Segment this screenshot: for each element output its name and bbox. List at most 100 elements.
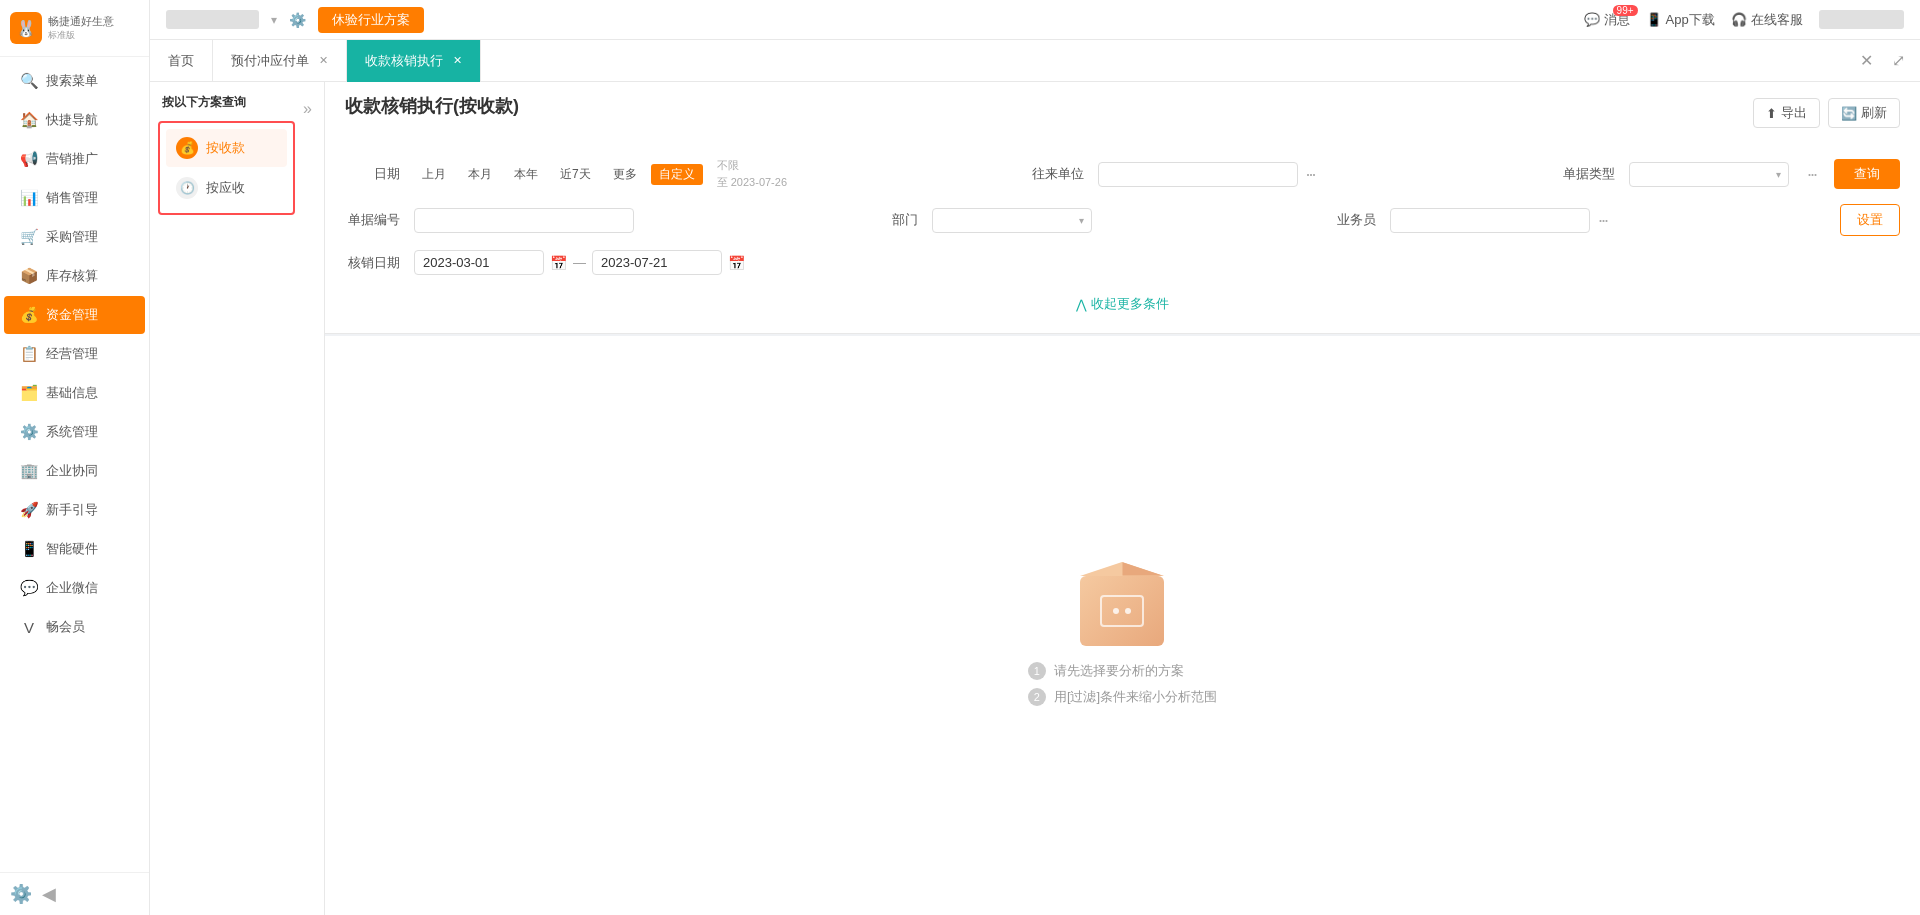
- refresh-btn[interactable]: 🔄 刷新: [1828, 98, 1900, 128]
- verify-date-from-cal-icon[interactable]: 📅: [550, 255, 567, 271]
- staff-more-btn[interactable]: ···: [1594, 210, 1611, 231]
- header-right: 💬 消息 99+ 📱 App下载 🎧 在线客服 user: [1584, 10, 1904, 29]
- empty-hint-2: 2 用[过滤]条件来缩小分析范围: [1028, 688, 1217, 706]
- left-panel-item-label-receipt: 按收款: [206, 139, 245, 157]
- left-panel-item-by-receivable[interactable]: 🕐 按应收: [166, 169, 287, 207]
- sidebar-item-marketing[interactable]: 📢 营销推广: [4, 140, 145, 178]
- empty-hint-1: 1 请先选择要分析的方案: [1028, 662, 1217, 680]
- tab-verify[interactable]: 收款核销执行 ✕: [347, 40, 481, 82]
- doc-no-input[interactable]: [414, 208, 634, 233]
- sidebar-item-management[interactable]: 📋 经营管理: [4, 335, 145, 373]
- doc-type-select[interactable]: [1629, 162, 1789, 187]
- sidebar-item-basic[interactable]: 🗂️ 基础信息: [4, 374, 145, 412]
- purchase-icon: 🛒: [20, 228, 38, 246]
- verify-date-to-cal-icon[interactable]: 📅: [728, 255, 745, 271]
- sidebar-item-wechat[interactable]: 💬 企业微信: [4, 569, 145, 607]
- sidebar-item-search[interactable]: 🔍 搜索菜单: [4, 62, 145, 100]
- query-btn[interactable]: 查询: [1834, 159, 1900, 189]
- sidebar-item-finance[interactable]: 💰 资金管理: [4, 296, 145, 334]
- wechat-icon: 💬: [20, 579, 38, 597]
- collapse-more-btn[interactable]: ⋀ 收起更多条件: [345, 289, 1900, 319]
- date-btn-custom[interactable]: 自定义: [651, 164, 703, 185]
- box-body: [1080, 576, 1164, 646]
- staff-input[interactable]: [1390, 208, 1590, 233]
- sidebar-item-inventory[interactable]: 📦 库存核算: [4, 257, 145, 295]
- date-btn-7days[interactable]: 近7天: [552, 164, 599, 185]
- empty-state: 1 请先选择要分析的方案 2 用[过滤]条件来缩小分析范围: [1028, 546, 1217, 706]
- main-area: name ▾ ⚙️ 休验行业方案 💬 消息 99+ 📱 App下载 🎧 在线客服…: [150, 0, 1920, 915]
- collapse-left-panel-btn[interactable]: »: [299, 96, 316, 122]
- member-icon: V: [20, 619, 38, 636]
- user-account[interactable]: user: [1819, 10, 1904, 29]
- sidebar-label-basic: 基础信息: [46, 384, 98, 402]
- tab-prepay-close[interactable]: ✕: [319, 54, 328, 67]
- doc-type-more-btn[interactable]: ···: [1803, 164, 1820, 185]
- home-icon: 🏠: [20, 111, 38, 129]
- eye-left: [1113, 608, 1119, 614]
- hint-num-2: 2: [1028, 688, 1046, 706]
- sidebar-label-collab: 企业协同: [46, 462, 98, 480]
- left-panel-items: 💰 按收款 🕐 按应收: [166, 129, 287, 207]
- sidebar-item-member[interactable]: V 畅会员: [4, 608, 145, 646]
- tab-home[interactable]: 首页: [150, 40, 213, 82]
- sidebar-label-wechat: 企业微信: [46, 579, 98, 597]
- counterpart-more-btn[interactable]: ···: [1302, 164, 1319, 185]
- date-label: 日期: [345, 165, 400, 183]
- export-btn[interactable]: ⬆ 导出: [1753, 98, 1820, 128]
- date-buttons: 上月 本月 本年 近7天 更多 自定义: [414, 164, 703, 185]
- sidebar-item-system[interactable]: ⚙️ 系统管理: [4, 413, 145, 451]
- sidebar-item-nav[interactable]: 🏠 快捷导航: [4, 101, 145, 139]
- sidebar-menu: 🔍 搜索菜单 🏠 快捷导航 📢 营销推广 📊 销售管理 🛒 采购管理 📦 库存核…: [0, 57, 149, 872]
- date-btn-more[interactable]: 更多: [605, 164, 645, 185]
- service-label: 在线客服: [1751, 11, 1803, 29]
- sidebar-label-system: 系统管理: [46, 423, 98, 441]
- hint-text-1: 请先选择要分析的方案: [1054, 662, 1184, 680]
- verify-date-from-input[interactable]: [414, 250, 544, 275]
- settings-btn[interactable]: 设置: [1840, 204, 1900, 236]
- box-eyes: [1113, 608, 1131, 614]
- verify-date-to-input[interactable]: [592, 250, 722, 275]
- left-panel-item-by-receipt[interactable]: 💰 按收款: [166, 129, 287, 167]
- tab-prepay[interactable]: 预付冲应付单 ✕: [213, 40, 347, 82]
- sidebar-item-purchase[interactable]: 🛒 采购管理: [4, 218, 145, 256]
- system-icon: ⚙️: [20, 423, 38, 441]
- page-header: 收款核销执行(按收款) ⬆ 导出 🔄 刷新: [325, 82, 1920, 144]
- app-download-btn[interactable]: 📱 App下载: [1646, 11, 1715, 29]
- date-btn-this-year[interactable]: 本年: [506, 164, 546, 185]
- tab-verify-close[interactable]: ✕: [453, 54, 462, 67]
- expand-tab-icon[interactable]: ⤢: [1884, 47, 1912, 75]
- doc-type-label: 单据类型: [1560, 165, 1615, 183]
- sidebar-label-search: 搜索菜单: [46, 72, 98, 90]
- staff-label: 业务员: [1321, 211, 1376, 229]
- settings-bottom-icon[interactable]: ⚙️: [10, 883, 32, 905]
- gear-icon[interactable]: ⚙️: [289, 12, 306, 28]
- industry-btn[interactable]: 休验行业方案: [318, 7, 424, 33]
- date-to-info: 至 2023-07-26: [717, 175, 787, 190]
- sidebar-label-finance: 资金管理: [46, 306, 98, 324]
- app-label: App下载: [1666, 11, 1715, 29]
- inventory-icon: 📦: [20, 267, 38, 285]
- sidebar-item-hardware[interactable]: 📱 智能硬件: [4, 530, 145, 568]
- sidebar-item-collab[interactable]: 🏢 企业协同: [4, 452, 145, 490]
- close-tab-icon[interactable]: ✕: [1852, 47, 1880, 75]
- company-dropdown-icon[interactable]: ▾: [271, 13, 277, 27]
- refresh-icon: 🔄: [1841, 106, 1857, 121]
- sidebar-label-guide: 新手引导: [46, 501, 98, 519]
- sidebar-item-guide[interactable]: 🚀 新手引导: [4, 491, 145, 529]
- online-service-btn[interactable]: 🎧 在线客服: [1731, 11, 1803, 29]
- receipt-icon: 💰: [176, 137, 198, 159]
- eye-right: [1125, 608, 1131, 614]
- dept-select[interactable]: [932, 208, 1092, 233]
- top-header: name ▾ ⚙️ 休验行业方案 💬 消息 99+ 📱 App下载 🎧 在线客服…: [150, 0, 1920, 40]
- sidebar-label-nav: 快捷导航: [46, 111, 98, 129]
- date-btn-last-month[interactable]: 上月: [414, 164, 454, 185]
- date-btn-this-month[interactable]: 本月: [460, 164, 500, 185]
- counterpart-input[interactable]: [1098, 162, 1298, 187]
- message-btn[interactable]: 💬 消息 99+: [1584, 11, 1630, 29]
- sidebar-label-purchase: 采购管理: [46, 228, 98, 246]
- sidebar-label-marketing: 营销推广: [46, 150, 98, 168]
- sidebar-item-sales[interactable]: 📊 销售管理: [4, 179, 145, 217]
- sidebar-label-member: 畅会员: [46, 618, 85, 636]
- collapse-sidebar-icon[interactable]: ◀: [42, 883, 56, 905]
- counterpart-input-area: ···: [1098, 162, 1319, 187]
